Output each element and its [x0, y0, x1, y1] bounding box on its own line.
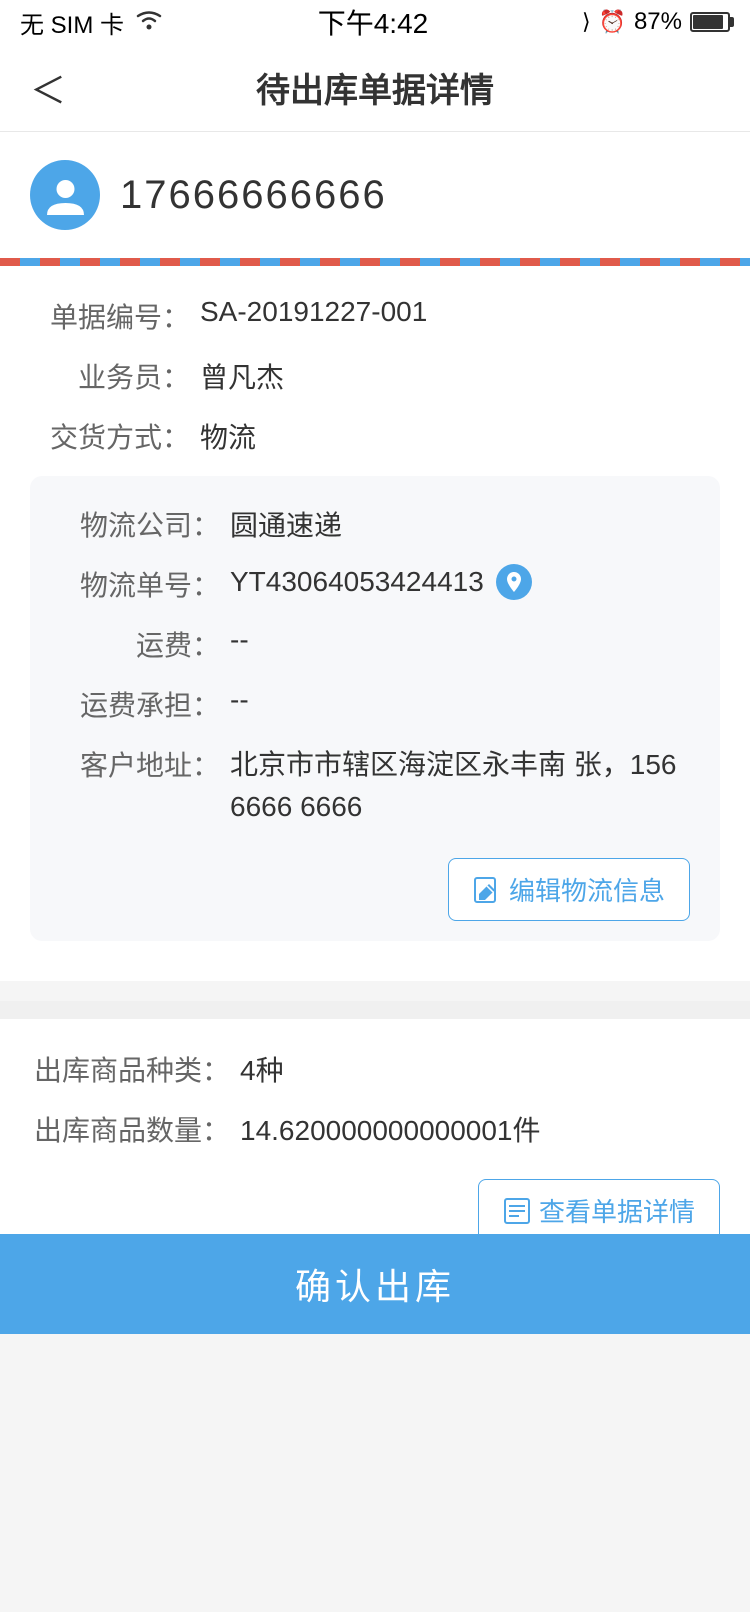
logistics-tracking-row: 物流单号： YT43064053424413 [60, 564, 690, 604]
sales-person-label: 业务员： [30, 356, 190, 396]
freight-bearer-label: 运费承担： [60, 684, 220, 724]
freight-bearer-row: 运费承担： -- [60, 684, 690, 724]
address-value: 北京市市辖区海淀区永丰南 张，156 6666 6666 [220, 744, 690, 828]
confirm-button-label: 确认出库 [295, 1258, 455, 1310]
goods-quantity-row: 出库商品数量： 14.620000000000001件 [30, 1109, 720, 1149]
user-phone: 17666666666 [120, 173, 387, 218]
page-title: 待出库单据详情 [256, 63, 494, 112]
logistics-company-value: 圆通速递 [220, 504, 690, 544]
document-number-label: 单据编号： [30, 296, 190, 336]
time-label: 下午4:42 [318, 2, 429, 42]
logistics-company-label: 物流公司： [60, 504, 220, 544]
alarm-icon: ⏰ [599, 9, 626, 35]
delivery-method-row: 交货方式： 物流 [30, 416, 720, 456]
freight-label: 运费： [60, 624, 220, 664]
goods-type-value: 4种 [230, 1049, 284, 1089]
view-detail-button[interactable]: 查看单据详情 [478, 1179, 720, 1242]
detail-btn-row: 查看单据详情 [30, 1169, 720, 1242]
page-content: 17666666666 单据编号： SA-20191227-001 业务员： 曾… [0, 132, 750, 1612]
status-bar: 无 SIM 卡 下午4:42 ⟩ ⏰ 87% [0, 0, 750, 44]
dashed-divider [0, 258, 750, 266]
battery-icon [690, 12, 730, 32]
battery-percent: 87% [634, 8, 682, 36]
gray-separator [0, 1001, 750, 1019]
delivery-method-value: 物流 [190, 416, 720, 456]
sales-person-value: 曾凡杰 [190, 356, 720, 396]
wifi-icon [134, 8, 164, 37]
location-status-icon: ⟩ [582, 9, 591, 35]
user-card: 17666666666 [0, 132, 750, 258]
carrier-label: 无 SIM 卡 [20, 5, 124, 40]
nav-bar: ＜ 待出库单据详情 [0, 44, 750, 132]
status-right: ⟩ ⏰ 87% [582, 8, 730, 36]
edit-logistics-label: 编辑物流信息 [509, 871, 665, 908]
delivery-method-label: 交货方式： [30, 416, 190, 456]
logistics-card: 物流公司： 圆通速递 物流单号： YT43064053424413 运费： -- [30, 476, 720, 941]
confirm-bar[interactable]: 确认出库 [0, 1234, 750, 1334]
edit-btn-row: 编辑物流信息 [60, 848, 690, 921]
document-number-value: SA-20191227-001 [190, 296, 720, 328]
list-icon [503, 1197, 531, 1225]
view-detail-label: 查看单据详情 [539, 1192, 695, 1229]
address-label: 客户地址： [60, 744, 220, 784]
logistics-tracking-label: 物流单号： [60, 564, 220, 604]
sales-person-row: 业务员： 曾凡杰 [30, 356, 720, 396]
freight-value: -- [220, 624, 690, 656]
edit-icon [473, 876, 501, 904]
logistics-company-row: 物流公司： 圆通速递 [60, 504, 690, 544]
avatar [30, 160, 100, 230]
goods-type-row: 出库商品种类： 4种 [30, 1049, 720, 1089]
tracking-location-icon[interactable] [496, 564, 532, 600]
freight-row: 运费： -- [60, 624, 690, 664]
status-left: 无 SIM 卡 [20, 5, 164, 40]
logistics-tracking-value: YT43064053424413 [220, 564, 690, 600]
back-button[interactable]: ＜ [30, 62, 66, 114]
document-number-row: 单据编号： SA-20191227-001 [30, 296, 720, 336]
goods-quantity-value: 14.620000000000001件 [230, 1109, 541, 1149]
edit-logistics-button[interactable]: 编辑物流信息 [448, 858, 690, 921]
address-row: 客户地址： 北京市市辖区海淀区永丰南 张，156 6666 6666 [60, 744, 690, 828]
goods-quantity-label: 出库商品数量： [30, 1109, 230, 1149]
freight-bearer-value: -- [220, 684, 690, 716]
goods-type-label: 出库商品种类： [30, 1049, 230, 1089]
basic-info-section: 单据编号： SA-20191227-001 业务员： 曾凡杰 交货方式： 物流 … [0, 266, 750, 981]
